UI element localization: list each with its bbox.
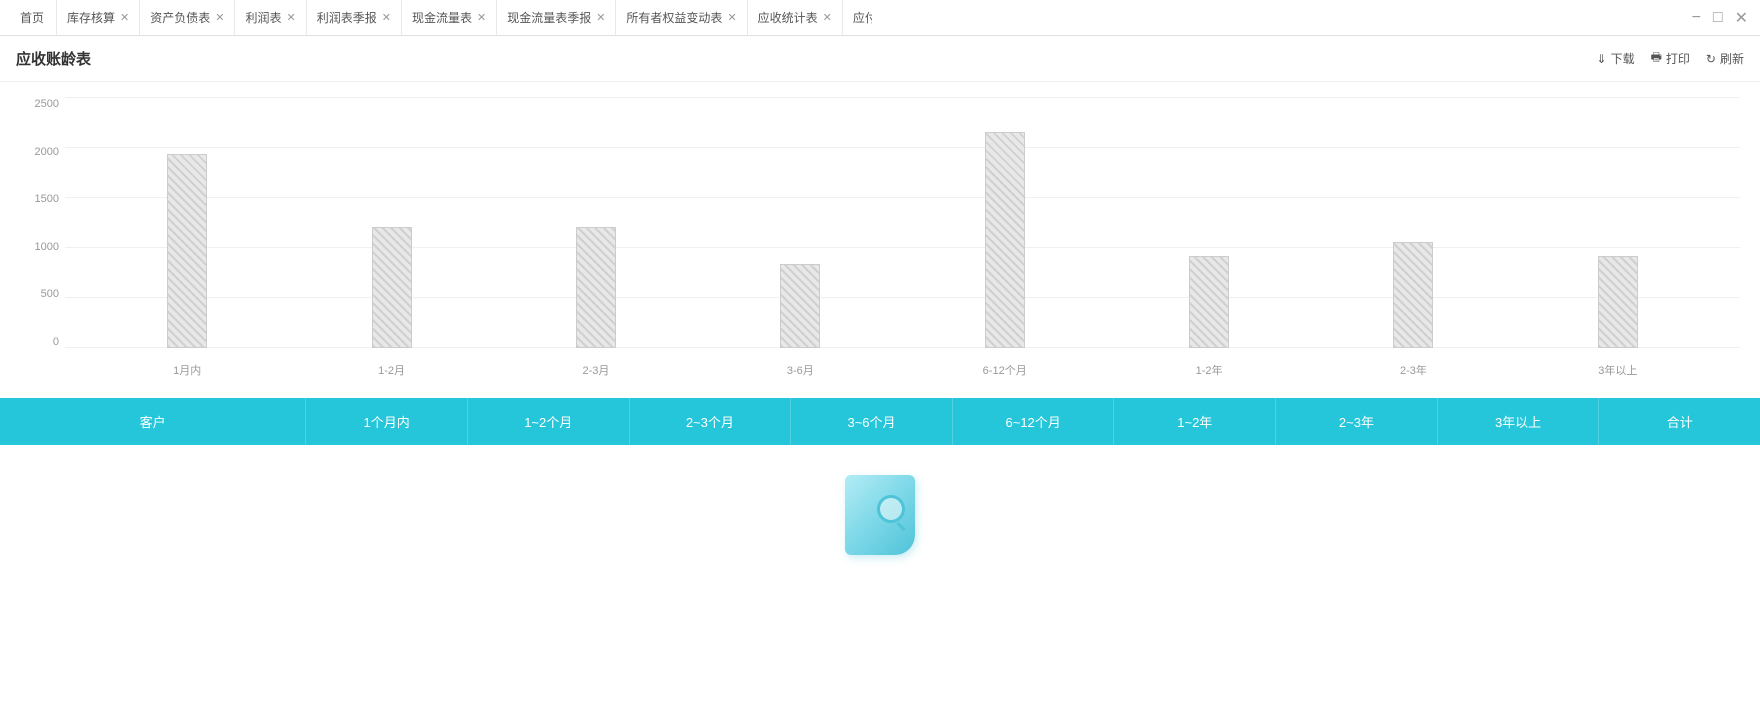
y-label: 0 [20, 336, 65, 348]
y-label: 2500 [20, 98, 65, 110]
bar-group [372, 227, 412, 348]
bar-group [576, 227, 616, 348]
tab-label: 利润表季报 [317, 9, 377, 26]
tab-close-icon[interactable]: ✕ [727, 11, 736, 24]
y-label: 1500 [20, 193, 65, 205]
x-label: 3-6月 [775, 362, 825, 378]
x-label: 2-3年 [1388, 362, 1438, 378]
page-title: 应收账龄表 [16, 48, 91, 69]
tab-label: 库存核算 [67, 9, 115, 26]
tab-cashflow[interactable]: 现金流量表 ✕ [402, 0, 497, 36]
x-label: 1-2月 [367, 362, 417, 378]
bar-group [780, 264, 820, 348]
tab-close-icon[interactable]: ✕ [823, 11, 832, 24]
empty-state [0, 445, 1760, 585]
x-label: 6-12个月 [980, 362, 1030, 378]
bar-group [1189, 256, 1229, 348]
chart-area: 0 500 1000 1500 2000 2500 1月内 1-2月 2-3月 3-6月 6-12… [0, 82, 1760, 378]
tab-equity-changes[interactable]: 所有者权益变动表 ✕ [616, 0, 747, 36]
tab-payable-stats[interactable]: 应付统计表✕ [843, 0, 872, 36]
y-label: 1000 [20, 241, 65, 253]
table-header-cell: 6~12个月 [953, 398, 1115, 445]
table-header-cell: 1~2个月 [468, 398, 630, 445]
tab-home[interactable]: 首页 [8, 0, 57, 36]
maximize-icon[interactable]: □ [1709, 7, 1727, 29]
refresh-label: 刷新 [1720, 50, 1744, 67]
tab-close-icon[interactable]: ✕ [596, 11, 605, 24]
bar [780, 264, 820, 348]
tab-bar: 首页 库存核算✕资产负债表✕利润表✕利润表季报✕现金流量表✕现金流量表季报✕所有… [0, 0, 1760, 36]
table-header-cell: 2~3个月 [630, 398, 792, 445]
tab-profit-quarterly[interactable]: 利润表季报 ✕ [307, 0, 402, 36]
x-label: 3年以上 [1593, 362, 1643, 378]
table-header-cell: 1个月内 [306, 398, 468, 445]
tab-close-icon[interactable]: ✕ [477, 11, 486, 24]
refresh-icon: ↻ [1706, 52, 1716, 66]
tab-bar-actions: − □ ✕ [1688, 6, 1752, 30]
bar-group [167, 154, 207, 348]
tab-close-icon[interactable]: ✕ [215, 11, 224, 24]
y-axis: 0 500 1000 1500 2000 2500 [20, 98, 65, 378]
x-label: 2-3月 [571, 362, 621, 378]
print-label: 打印 [1666, 50, 1690, 67]
table-header-cell: 3~6个月 [791, 398, 953, 445]
bar [372, 227, 412, 348]
tab-close-icon[interactable]: ✕ [382, 11, 391, 24]
tab-receivable-stats[interactable]: 应收统计表 ✕ [748, 0, 843, 36]
download-label: 下载 [1611, 50, 1635, 67]
print-icon: 🖶 [1651, 48, 1662, 69]
table-header-cell: 合计 [1599, 398, 1760, 445]
chart-inner: 1月内 1-2月 2-3月 3-6月 6-12个月 1-2年 2-3年 3年以上 [65, 98, 1740, 378]
page-content: 应收账龄表 ⇓ 下载 🖶 打印 ↻ 刷新 0 500 1000 1500 2000 250… [0, 36, 1760, 720]
bar-group [985, 132, 1025, 348]
bar [1393, 242, 1433, 348]
minimize-icon[interactable]: − [1688, 7, 1705, 29]
tab-label: 应收统计表 [758, 9, 818, 26]
tab-label: 现金流量表 [412, 9, 472, 26]
table-header-cell: 1~2年 [1114, 398, 1276, 445]
tab-close-icon[interactable]: ✕ [287, 11, 296, 24]
table-header-cell: 3年以上 [1438, 398, 1600, 445]
x-axis-labels: 1月内 1-2月 2-3月 3-6月 6-12个月 1-2年 2-3年 3年以上 [65, 362, 1740, 378]
header-actions: ⇓ 下载 🖶 打印 ↻ 刷新 [1597, 48, 1745, 69]
tab-label: 现金流量表季报 [507, 9, 591, 26]
x-label: 1-2年 [1184, 362, 1234, 378]
tab-inventory[interactable]: 库存核算 ✕ [57, 0, 140, 36]
tab-home-label: 首页 [20, 9, 44, 26]
search-icon [877, 495, 905, 523]
bar [167, 154, 207, 348]
doc-shape [845, 475, 915, 555]
tab-cashflow-quarterly[interactable]: 现金流量表季报 ✕ [497, 0, 616, 36]
bar-group [1393, 242, 1433, 348]
download-icon: ⇓ [1597, 52, 1607, 66]
bar [985, 132, 1025, 348]
tab-label: 利润表 [245, 9, 281, 26]
tab-label: 应付统计表 [853, 9, 872, 26]
refresh-button[interactable]: ↻ 刷新 [1706, 50, 1744, 67]
bars-row [65, 98, 1740, 348]
tab-balance-sheet[interactable]: 资产负债表 ✕ [140, 0, 235, 36]
tab-close-icon[interactable]: ✕ [120, 11, 129, 24]
empty-icon [830, 475, 930, 565]
close-window-icon[interactable]: ✕ [1731, 6, 1752, 30]
page-header: 应收账龄表 ⇓ 下载 🖶 打印 ↻ 刷新 [0, 36, 1760, 82]
bar [576, 227, 616, 348]
bar-chart: 0 500 1000 1500 2000 2500 1月内 1-2月 2-3月 3-6月 6-12… [20, 98, 1740, 378]
tab-profit[interactable]: 利润表 ✕ [235, 0, 306, 36]
bar [1598, 256, 1638, 348]
print-button[interactable]: 🖶 打印 [1651, 48, 1690, 69]
bar-group [1598, 256, 1638, 348]
download-button[interactable]: ⇓ 下载 [1597, 50, 1635, 67]
x-label: 1月内 [162, 362, 212, 378]
bar [1189, 256, 1229, 348]
tab-label: 所有者权益变动表 [626, 9, 722, 26]
table-header-cell: 2~3年 [1276, 398, 1438, 445]
table-header: 客户1个月内1~2个月2~3个月3~6个月6~12个月1~2年2~3年3年以上合… [0, 398, 1760, 445]
y-label: 500 [20, 288, 65, 300]
tab-label: 资产负债表 [150, 9, 210, 26]
y-label: 2000 [20, 146, 65, 158]
table-header-cell: 客户 [0, 398, 306, 445]
